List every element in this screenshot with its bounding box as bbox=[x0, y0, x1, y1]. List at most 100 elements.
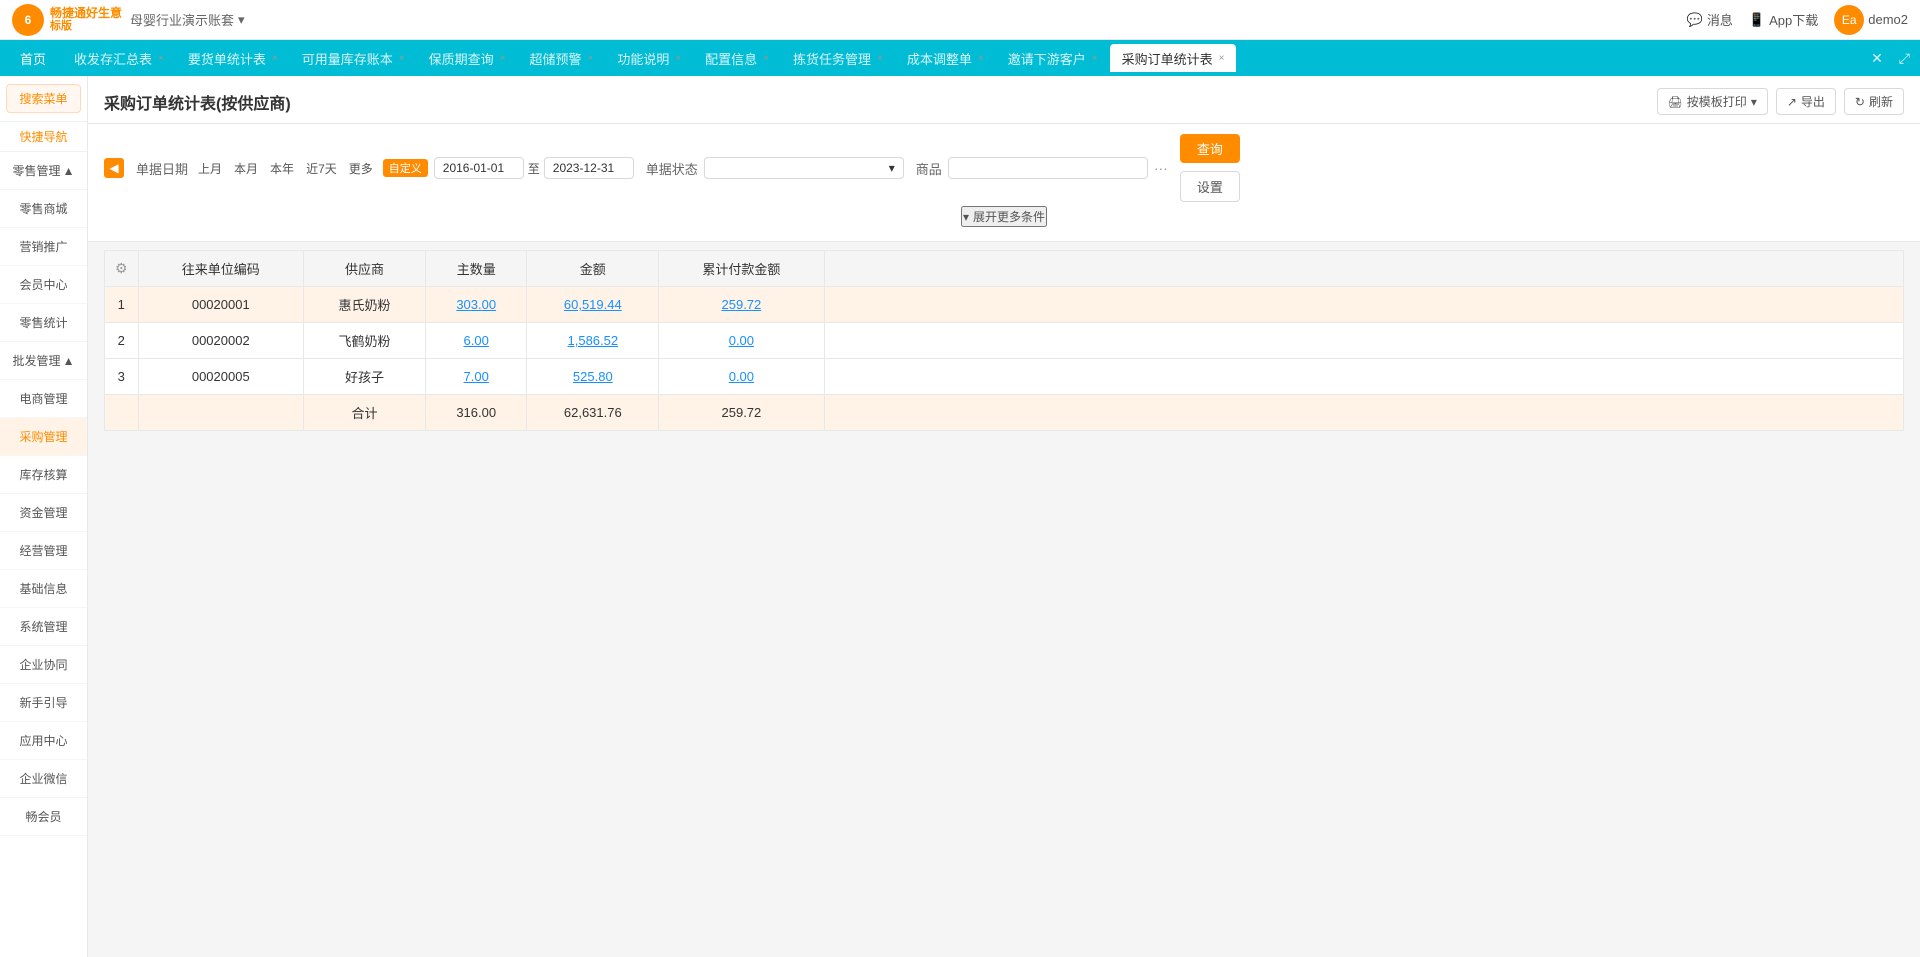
sidebar-item-member-center[interactable]: 会员中心 bbox=[0, 266, 87, 304]
workspace-selector[interactable]: 母婴行业演示账套 ▾ bbox=[130, 10, 245, 29]
tab-7[interactable]: 拣货任务管理 × bbox=[781, 44, 895, 72]
tab-8[interactable]: 成本调整单 × bbox=[895, 44, 996, 72]
nav-expand-btn[interactable]: ⤢ bbox=[1893, 48, 1916, 69]
sidebar-item-guide[interactable]: 新手引导 bbox=[0, 684, 87, 722]
tab-1[interactable]: 要货单统计表 × bbox=[176, 44, 290, 72]
quantity-link[interactable]: 7.00 bbox=[464, 369, 489, 384]
tab-3[interactable]: 保质期查询 × bbox=[417, 44, 518, 72]
arrow-icon: ▲ bbox=[63, 164, 75, 178]
settings-button[interactable]: 设置 bbox=[1180, 171, 1240, 202]
sidebar-item-label: 零售统计 bbox=[19, 314, 67, 331]
tab-5[interactable]: 功能说明 × bbox=[605, 44, 693, 72]
shortcut-last-month[interactable]: 上月 bbox=[194, 158, 226, 179]
arrow-icon: ▲ bbox=[63, 354, 75, 368]
sidebar-item-label: 批发管理 bbox=[13, 352, 61, 369]
sidebar: 搜索菜单 快捷导航 零售管理 ▲ 零售商城 营销推广 会员中心 零售统计 批发管… bbox=[0, 76, 88, 957]
sidebar-item-retail-mall[interactable]: 零售商城 bbox=[0, 190, 87, 228]
expand-filter-button[interactable]: ▾ 展开更多条件 bbox=[961, 206, 1047, 227]
tab-close-7[interactable]: × bbox=[877, 53, 883, 64]
nav-close-btn[interactable]: ✕ bbox=[1865, 48, 1889, 69]
sidebar-item-wholesale[interactable]: 批发管理 ▲ bbox=[0, 342, 87, 380]
row-supplier: 好孩子 bbox=[303, 359, 425, 395]
quantity-link[interactable]: 6.00 bbox=[464, 333, 489, 348]
amount-link[interactable]: 1,586.52 bbox=[568, 333, 619, 348]
tab-close-0[interactable]: × bbox=[158, 53, 164, 64]
sidebar-item-member[interactable]: 畅会员 bbox=[0, 798, 87, 836]
goods-more-icon[interactable]: ··· bbox=[1154, 160, 1168, 176]
status-select[interactable]: ▾ bbox=[704, 157, 904, 179]
collapse-filter-btn[interactable]: ◀ bbox=[104, 158, 124, 178]
tab-close-6[interactable]: × bbox=[763, 53, 769, 64]
sidebar-item-operations[interactable]: 经营管理 bbox=[0, 532, 87, 570]
row-index: 1 bbox=[105, 287, 139, 323]
sidebar-item-system[interactable]: 系统管理 bbox=[0, 608, 87, 646]
quantity-link[interactable]: 303.00 bbox=[456, 297, 496, 312]
goods-input[interactable] bbox=[948, 157, 1148, 179]
filter-area: ◀ 单据日期 上月 本月 本年 近7天 更多 自定义 至 bbox=[88, 124, 1920, 242]
tab-close-8[interactable]: × bbox=[978, 53, 984, 64]
tab-2[interactable]: 可用量库存账本 × bbox=[290, 44, 417, 72]
amount-link[interactable]: 525.80 bbox=[573, 369, 613, 384]
sidebar-item-collaboration[interactable]: 企业协同 bbox=[0, 646, 87, 684]
sidebar-item-basic-info[interactable]: 基础信息 bbox=[0, 570, 87, 608]
gear-icon[interactable]: ⚙ bbox=[115, 260, 128, 276]
page-title: 采购订单统计表(按供应商) bbox=[104, 90, 291, 114]
table-row: 2 00020002 飞鹤奶粉 6.00 1,586.52 0.00 bbox=[105, 323, 1904, 359]
tab-close-3[interactable]: × bbox=[500, 53, 506, 64]
sidebar-item-retail-stats[interactable]: 零售统计 bbox=[0, 304, 87, 342]
row-index: 3 bbox=[105, 359, 139, 395]
date-filter-label: 单据日期 bbox=[136, 159, 188, 178]
tab-close-5[interactable]: × bbox=[675, 53, 681, 64]
tab-9[interactable]: 邀请下游客户 × bbox=[996, 44, 1110, 72]
sidebar-item-label: 营销推广 bbox=[19, 238, 67, 255]
sidebar-item-ecommerce[interactable]: 电商管理 bbox=[0, 380, 87, 418]
sidebar-item-marketing[interactable]: 营销推广 bbox=[0, 228, 87, 266]
shortcut-this-month[interactable]: 本月 bbox=[230, 158, 262, 179]
export-button[interactable]: ↗ 导出 bbox=[1776, 88, 1836, 115]
sidebar-item-retail-management[interactable]: 零售管理 ▲ bbox=[0, 152, 87, 190]
shortcut-last-7-days[interactable]: 近7天 bbox=[302, 158, 341, 179]
paid-link[interactable]: 0.00 bbox=[729, 369, 754, 384]
sidebar-item-finance[interactable]: 资金管理 bbox=[0, 494, 87, 532]
tab-10[interactable]: 采购订单统计表 × bbox=[1110, 44, 1237, 72]
tab-home[interactable]: 首页 bbox=[4, 44, 62, 72]
tab-4[interactable]: 超储预警 × bbox=[517, 44, 605, 72]
tab-close-9[interactable]: × bbox=[1092, 53, 1098, 64]
row-amount: 60,519.44 bbox=[527, 287, 659, 323]
tab-close-1[interactable]: × bbox=[272, 53, 278, 64]
app-download-button[interactable]: 📱 App下载 bbox=[1749, 10, 1818, 29]
sidebar-search: 搜索菜单 bbox=[0, 76, 87, 122]
quick-nav-button[interactable]: 快捷导航 bbox=[0, 122, 87, 152]
goods-filter-group: 商品 ··· bbox=[916, 157, 1168, 179]
search-menu-button[interactable]: 搜索菜单 bbox=[6, 84, 81, 113]
tab-close-4[interactable]: × bbox=[587, 53, 593, 64]
tab-6[interactable]: 配置信息 × bbox=[693, 44, 781, 72]
expand-filter-row: ▾ 展开更多条件 bbox=[104, 202, 1904, 231]
sidebar-item-app-center[interactable]: 应用中心 bbox=[0, 722, 87, 760]
query-action-col: 查询 设置 bbox=[1180, 134, 1240, 202]
download-icon: 📱 bbox=[1749, 12, 1765, 28]
shortcut-more[interactable]: 更多 bbox=[345, 158, 377, 179]
user-avatar-area[interactable]: Ea demo2 bbox=[1834, 5, 1908, 35]
tab-close-10[interactable]: × bbox=[1219, 53, 1225, 64]
print-button[interactable]: 🖨 按模板打印 ▾ bbox=[1657, 88, 1768, 115]
date-to-input[interactable] bbox=[544, 157, 634, 179]
paid-link[interactable]: 0.00 bbox=[729, 333, 754, 348]
sidebar-item-purchasing[interactable]: 采购管理 bbox=[0, 418, 87, 456]
tab-close-2[interactable]: × bbox=[399, 53, 405, 64]
message-button[interactable]: 💬 消息 bbox=[1687, 10, 1733, 29]
sidebar-item-inventory[interactable]: 库存核算 bbox=[0, 456, 87, 494]
sidebar-item-label: 采购管理 bbox=[19, 428, 67, 445]
date-from-input[interactable] bbox=[434, 157, 524, 179]
row-supplier: 惠氏奶粉 bbox=[303, 287, 425, 323]
refresh-button[interactable]: ↻ 刷新 bbox=[1844, 88, 1904, 115]
query-button[interactable]: 查询 bbox=[1180, 134, 1240, 163]
status-filter-group: 单据状态 ▾ bbox=[646, 157, 904, 179]
tab-0[interactable]: 收发存汇总表 × bbox=[62, 44, 176, 72]
paid-link[interactable]: 259.72 bbox=[722, 297, 762, 312]
amount-link[interactable]: 60,519.44 bbox=[564, 297, 622, 312]
sidebar-item-label: 资金管理 bbox=[19, 504, 67, 521]
sidebar-item-label: 系统管理 bbox=[19, 618, 67, 635]
shortcut-this-year[interactable]: 本年 bbox=[266, 158, 298, 179]
sidebar-item-enterprise-wechat[interactable]: 企业微信 bbox=[0, 760, 87, 798]
